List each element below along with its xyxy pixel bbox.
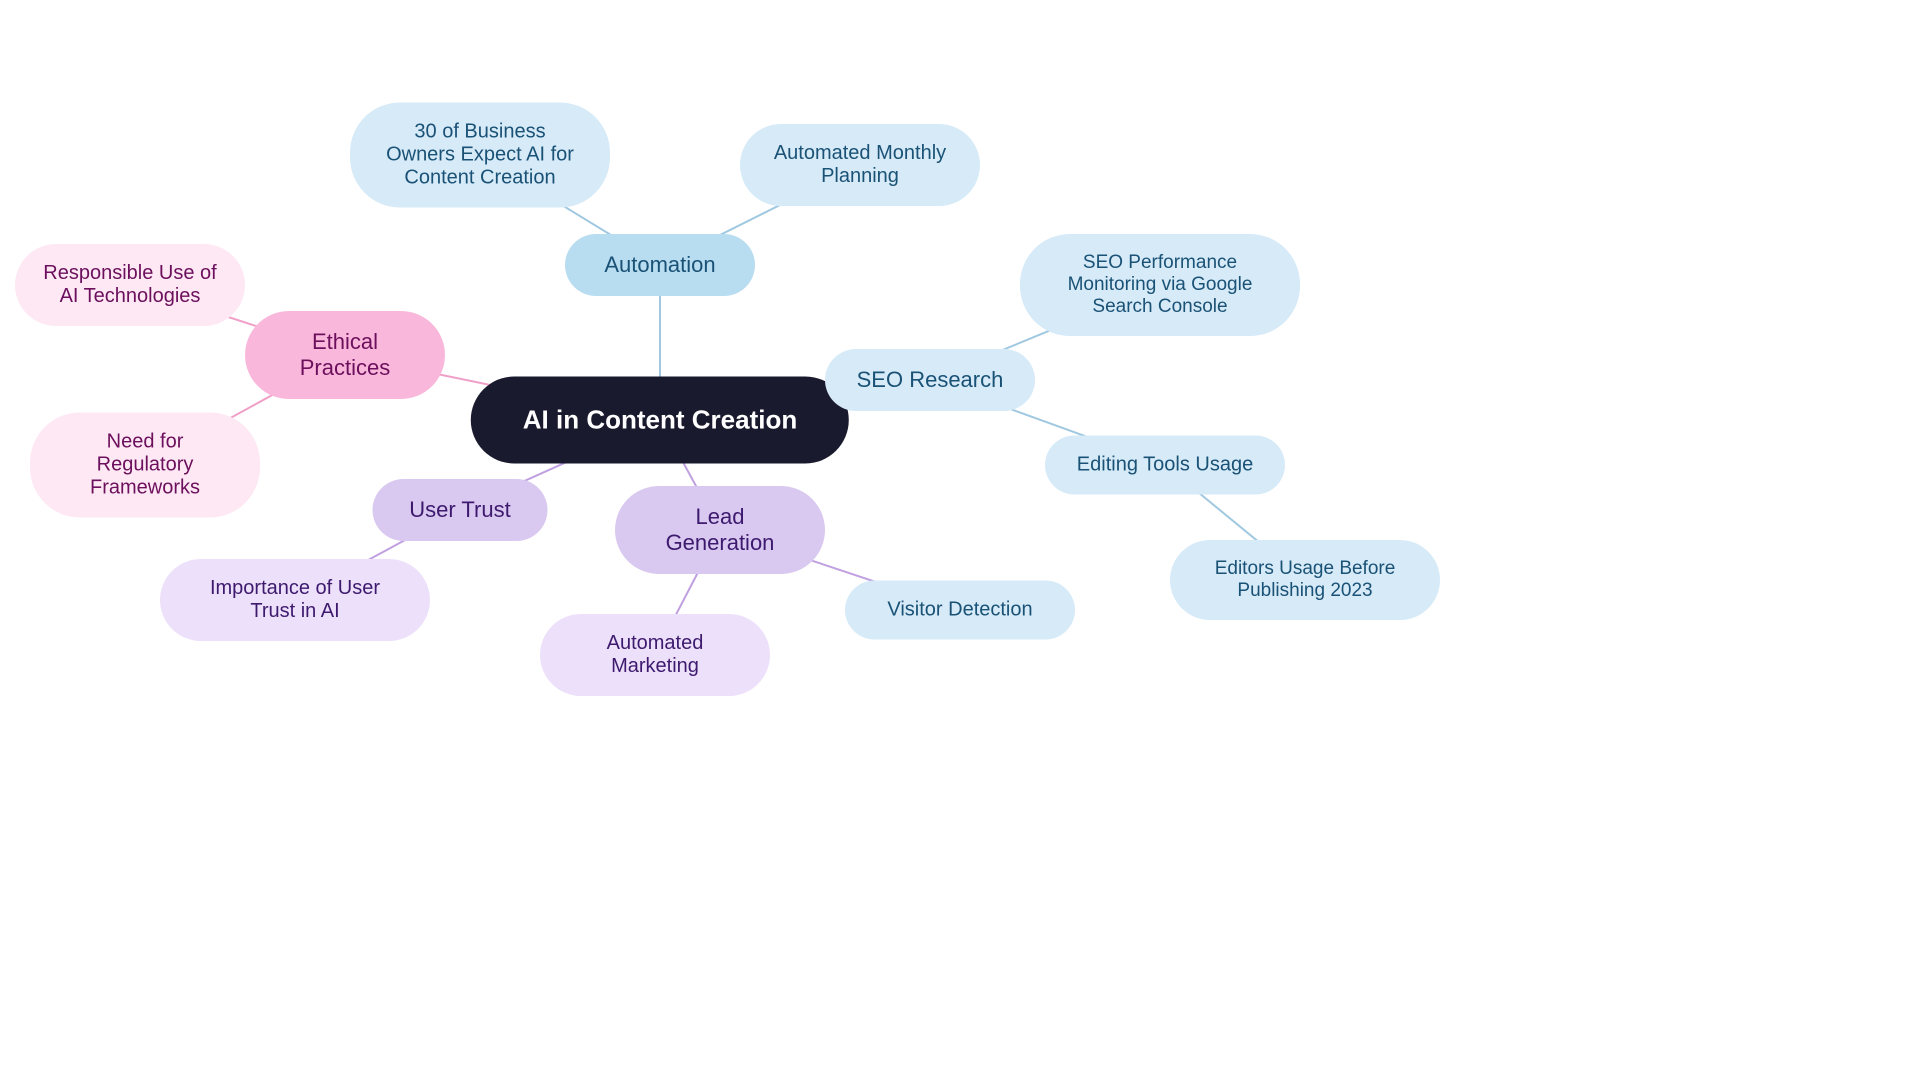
automation-node[interactable]: Automation [565,234,755,296]
ethical-practices-node[interactable]: Ethical Practices [245,311,445,399]
lead-generation-node[interactable]: Lead Generation [615,486,825,574]
automated-monthly-node[interactable]: Automated Monthly Planning [740,124,980,206]
editing-tools-node[interactable]: Editing Tools Usage [1045,436,1285,495]
regulatory-node[interactable]: Need for Regulatory Frameworks [30,413,260,518]
seo-performance-node[interactable]: SEO Performance Monitoring via Google Se… [1020,234,1300,336]
center-node[interactable]: AI in Content Creation [471,377,849,464]
responsible-use-node[interactable]: Responsible Use of AI Technologies [15,244,245,326]
importance-user-trust-node[interactable]: Importance of User Trust in AI [160,559,430,641]
visitor-detection-node[interactable]: Visitor Detection [845,581,1075,640]
seo-research-node[interactable]: SEO Research [825,349,1035,411]
user-trust-node[interactable]: User Trust [373,479,548,541]
business-owners-node[interactable]: 30 of Business Owners Expect AI for Cont… [350,103,610,208]
editors-usage-node[interactable]: Editors Usage Before Publishing 2023 [1170,540,1440,620]
automated-marketing-node[interactable]: Automated Marketing [540,614,770,696]
